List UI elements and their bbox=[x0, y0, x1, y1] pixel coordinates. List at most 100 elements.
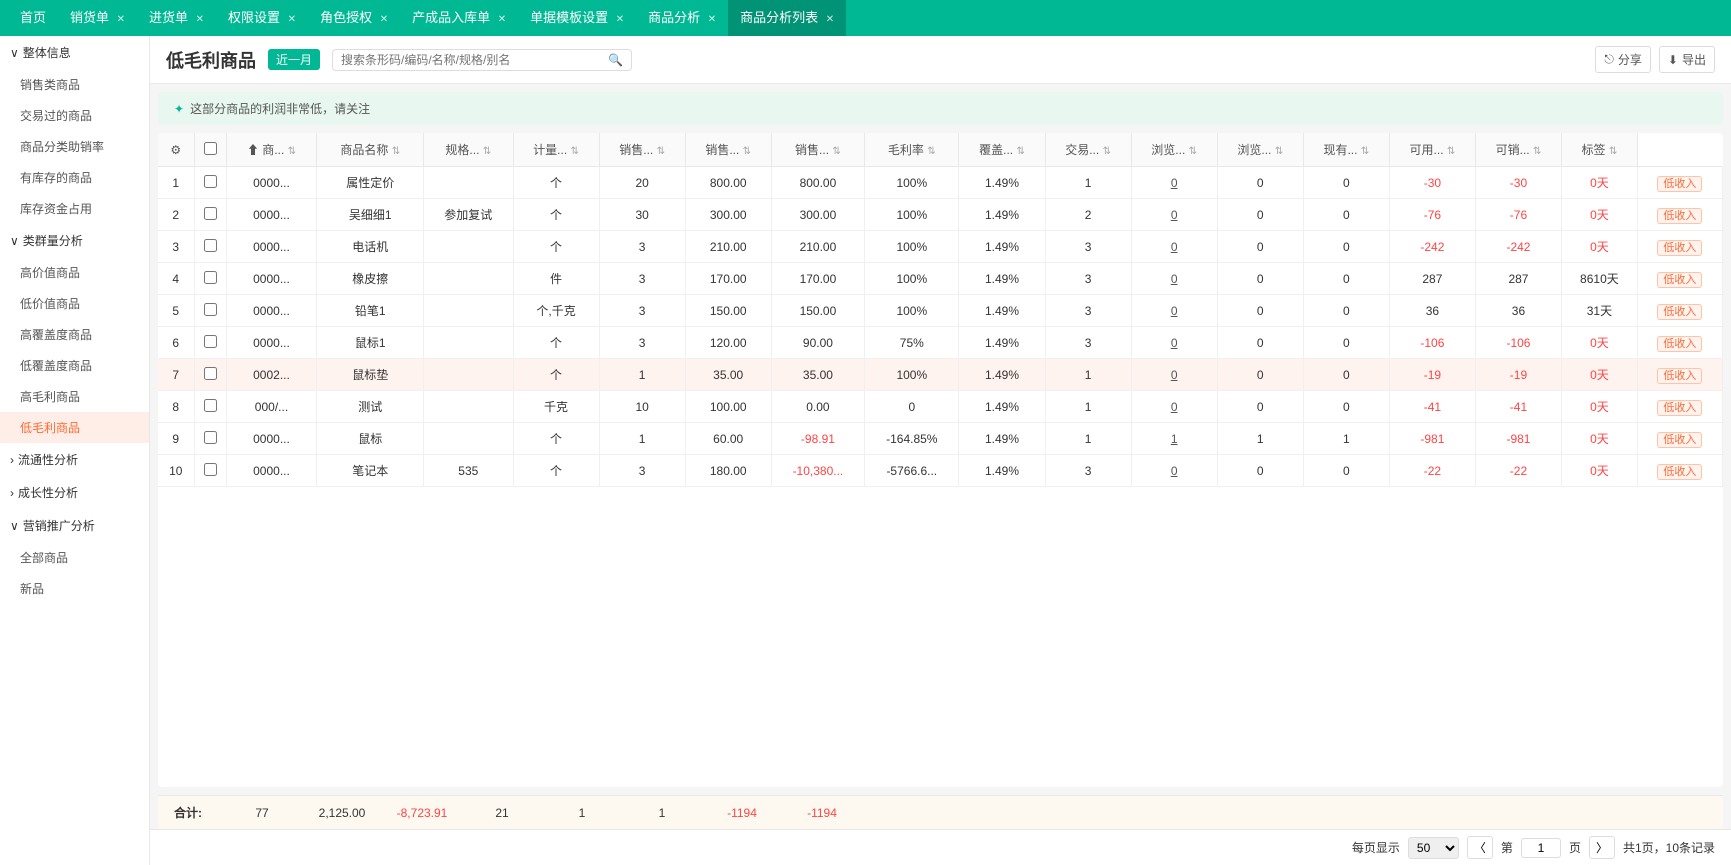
nav-template[interactable]: 单据模板设置 ✕ bbox=[518, 0, 636, 36]
row-browse1: 0 bbox=[1217, 327, 1303, 359]
table-row[interactable]: 4 0000... 橡皮擦 件 3 170.00 170.00 100% 1.4… bbox=[158, 263, 1723, 295]
row-code: 0000... bbox=[226, 263, 317, 295]
search-input[interactable] bbox=[341, 53, 608, 67]
row-checkbox[interactable] bbox=[204, 431, 217, 444]
table-row[interactable]: 10 0000... 笔记本 535 个 3 180.00 -10,380...… bbox=[158, 455, 1723, 487]
row-check[interactable] bbox=[194, 391, 226, 423]
sidebar-item-sales-goods[interactable]: 销售类商品 bbox=[0, 69, 149, 100]
sidebar-item-high-coverage[interactable]: 高覆盖度商品 bbox=[0, 319, 149, 350]
share-button[interactable]: ⎋ 分享 bbox=[1595, 46, 1651, 73]
next-page-btn[interactable]: 〉 bbox=[1589, 836, 1615, 859]
sidebar-group-circulation[interactable]: › 流通性分析 bbox=[0, 443, 149, 476]
time-filter-btn[interactable]: 近一月 bbox=[268, 49, 320, 70]
page-input[interactable] bbox=[1521, 838, 1561, 858]
row-gross: 1.49% bbox=[959, 423, 1045, 455]
export-button[interactable]: ⬇ 导出 bbox=[1659, 46, 1715, 73]
page-suffix: 页 bbox=[1569, 839, 1581, 856]
row-checkbox[interactable] bbox=[204, 271, 217, 284]
th-checkbox[interactable] bbox=[194, 133, 226, 167]
table-row[interactable]: 5 0000... 铅笔1 个,千克 3 150.00 150.00 100% … bbox=[158, 295, 1723, 327]
row-checkbox[interactable] bbox=[204, 367, 217, 380]
sidebar-item-low-coverage[interactable]: 低覆盖度商品 bbox=[0, 350, 149, 381]
select-all-checkbox[interactable] bbox=[204, 142, 217, 155]
nav-sales[interactable]: 销货单 ✕ bbox=[58, 0, 137, 36]
nav-analysis-list[interactable]: 商品分析列表 ✕ bbox=[728, 0, 846, 36]
nav-template-close[interactable]: ✕ bbox=[616, 14, 624, 25]
row-check[interactable] bbox=[194, 359, 226, 391]
th-settings[interactable]: ⚙ bbox=[158, 133, 194, 167]
row-check[interactable] bbox=[194, 199, 226, 231]
sidebar-item-all-goods[interactable]: 全部商品 bbox=[0, 542, 149, 573]
sidebar-item-category-rate[interactable]: 商品分类助销率 bbox=[0, 131, 149, 162]
nav-purchase[interactable]: 进货单 ✕ bbox=[137, 0, 216, 36]
sidebar-item-high-value[interactable]: 高价值商品 bbox=[0, 257, 149, 288]
table-row[interactable]: 1 0000... 属性定价 个 20 800.00 800.00 100% 1… bbox=[158, 167, 1723, 199]
row-checkbox[interactable] bbox=[204, 399, 217, 412]
nav-product-analysis[interactable]: 商品分析 ✕ bbox=[636, 0, 728, 36]
row-trade[interactable]: 0 bbox=[1131, 263, 1217, 295]
row-checkbox[interactable] bbox=[204, 239, 217, 252]
nav-analysis-list-close[interactable]: ✕ bbox=[826, 14, 834, 25]
row-check[interactable] bbox=[194, 167, 226, 199]
nav-analysis-close[interactable]: ✕ bbox=[708, 14, 716, 25]
table-row[interactable]: 3 0000... 电话机 个 3 210.00 210.00 100% 1.4… bbox=[158, 231, 1723, 263]
sidebar-group-growth[interactable]: › 成长性分析 bbox=[0, 476, 149, 509]
table-row[interactable]: 2 0000... 吴细细1 参加复试 个 30 300.00 300.00 1… bbox=[158, 199, 1723, 231]
sidebar-group-cluster[interactable]: ∨ 类群量分析 bbox=[0, 224, 149, 257]
table-row[interactable]: 6 0000... 鼠标1 个 3 120.00 90.00 75% 1.49%… bbox=[158, 327, 1723, 359]
row-trade[interactable]: 0 bbox=[1131, 455, 1217, 487]
row-checkbox[interactable] bbox=[204, 303, 217, 316]
row-checkbox[interactable] bbox=[204, 175, 217, 188]
sidebar-group-overall[interactable]: ∨ 整体信息 bbox=[0, 36, 149, 69]
row-check[interactable] bbox=[194, 295, 226, 327]
nav-permission-close[interactable]: ✕ bbox=[288, 14, 296, 25]
sidebar-item-new-goods[interactable]: 新品 bbox=[0, 573, 149, 604]
table-row[interactable]: 9 0000... 鼠标 个 1 60.00 -98.91 -164.85% 1… bbox=[158, 423, 1723, 455]
sidebar-item-high-margin[interactable]: 高毛利商品 bbox=[0, 381, 149, 412]
row-check[interactable] bbox=[194, 327, 226, 359]
sidebar-item-traded-goods[interactable]: 交易过的商品 bbox=[0, 100, 149, 131]
row-trade[interactable]: 0 bbox=[1131, 295, 1217, 327]
table-wrapper[interactable]: ⚙ ⬆ 商... ⇅ 商品名称 ⇅ 规格... ⇅ 计量... ⇅ 销售... … bbox=[158, 133, 1723, 787]
row-trade[interactable]: 0 bbox=[1131, 327, 1217, 359]
sidebar-item-low-margin[interactable]: 低毛利商品 bbox=[0, 412, 149, 443]
search-icon[interactable]: 🔍 bbox=[608, 53, 623, 67]
nav-product-close[interactable]: ✕ bbox=[498, 14, 506, 25]
sidebar-item-in-stock[interactable]: 有库存的商品 bbox=[0, 162, 149, 193]
row-check[interactable] bbox=[194, 423, 226, 455]
sidebar-item-capital[interactable]: 库存资金占用 bbox=[0, 193, 149, 224]
table-row[interactable]: 7 0002... 鼠标垫 个 1 35.00 35.00 100% 1.49%… bbox=[158, 359, 1723, 391]
row-checkbox[interactable] bbox=[204, 207, 217, 220]
nav-home[interactable]: 首页 bbox=[8, 0, 58, 36]
search-box[interactable]: 🔍 bbox=[332, 49, 632, 71]
sidebar-item-low-value[interactable]: 低价值商品 bbox=[0, 288, 149, 319]
table-row[interactable]: 8 000/... 测试 千克 10 100.00 0.00 0 1.49% 1… bbox=[158, 391, 1723, 423]
row-checkbox[interactable] bbox=[204, 463, 217, 476]
nav-product-entry[interactable]: 产成品入库单 ✕ bbox=[400, 0, 518, 36]
row-trade[interactable]: 0 bbox=[1131, 391, 1217, 423]
row-trade[interactable]: 0 bbox=[1131, 199, 1217, 231]
th-browse2: 浏览... ⇅ bbox=[1217, 133, 1303, 167]
nav-purchase-close[interactable]: ✕ bbox=[196, 14, 204, 25]
total-info: 共1页，10条记录 bbox=[1623, 839, 1715, 856]
row-tag: 低收入 bbox=[1637, 391, 1722, 423]
sidebar-group-marketing[interactable]: ∨ 营销推广分析 bbox=[0, 509, 149, 542]
row-no: 9 bbox=[158, 423, 194, 455]
row-browse1: 0 bbox=[1217, 167, 1303, 199]
page-size-select[interactable]: 20 50 100 bbox=[1408, 837, 1459, 859]
row-check[interactable] bbox=[194, 455, 226, 487]
nav-role[interactable]: 角色授权 ✕ bbox=[308, 0, 400, 36]
row-checkbox[interactable] bbox=[204, 335, 217, 348]
row-trade[interactable]: 0 bbox=[1131, 167, 1217, 199]
nav-permission[interactable]: 权限设置 ✕ bbox=[216, 0, 308, 36]
row-check[interactable] bbox=[194, 231, 226, 263]
row-trade[interactable]: 0 bbox=[1131, 231, 1217, 263]
prev-page-btn[interactable]: 〈 bbox=[1467, 836, 1493, 859]
row-trade[interactable]: 1 bbox=[1131, 423, 1217, 455]
nav-role-close[interactable]: ✕ bbox=[380, 14, 388, 25]
row-trade[interactable]: 0 bbox=[1131, 359, 1217, 391]
nav-sales-close[interactable]: ✕ bbox=[117, 14, 125, 25]
row-check[interactable] bbox=[194, 263, 226, 295]
row-stock2: -242 bbox=[1475, 231, 1561, 263]
row-name: 笔记本 bbox=[317, 455, 424, 487]
